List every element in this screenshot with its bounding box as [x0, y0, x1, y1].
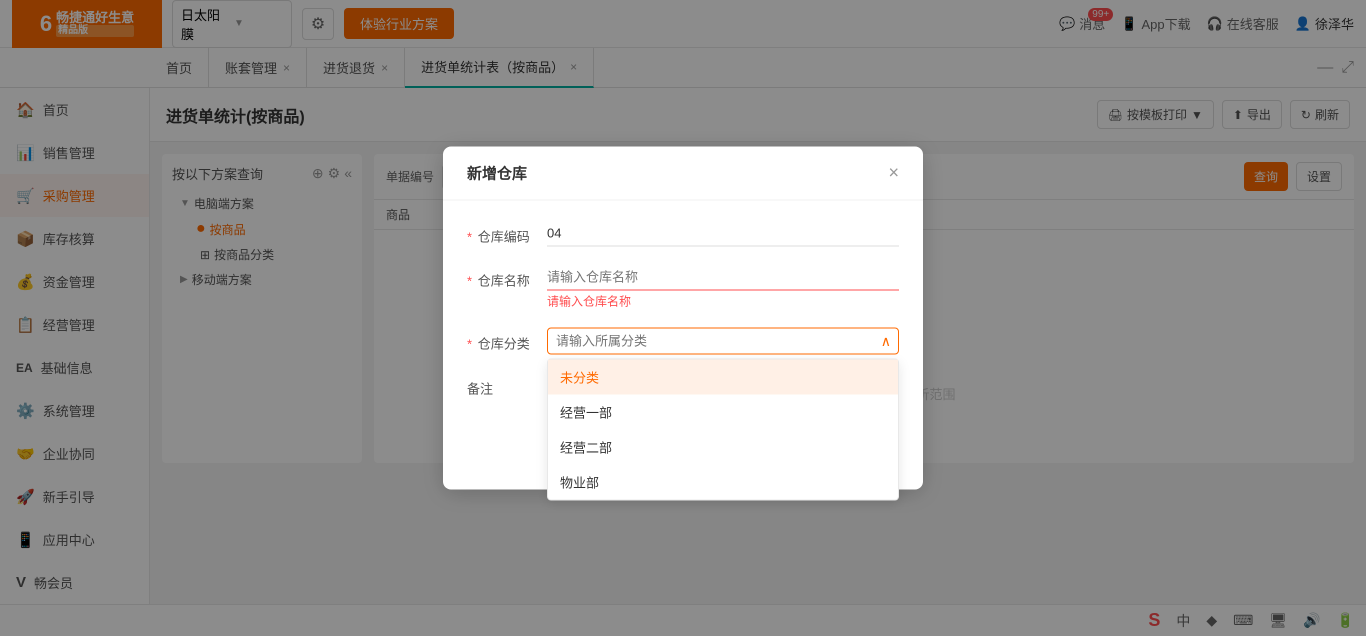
- warehouse-category-input[interactable]: [547, 328, 899, 355]
- warehouse-code-row: * 仓库编码: [467, 221, 899, 247]
- modal-title: 新增仓库: [467, 163, 527, 184]
- warehouse-name-row: * 仓库名称 请输入仓库名称: [467, 265, 899, 310]
- category-dropdown-list: 未分类 经营一部 经营二部 物业部: [547, 359, 899, 501]
- dropdown-item-ops2[interactable]: 经营二部: [548, 430, 898, 465]
- warehouse-name-wrap: 请输入仓库名称: [547, 265, 899, 310]
- dropdown-item-uncategorized[interactable]: 未分类: [548, 360, 898, 395]
- warehouse-code-label: * 仓库编码: [467, 221, 547, 246]
- warehouse-note-label: 备注: [467, 373, 547, 398]
- warehouse-category-wrap: ∧ 未分类 经营一部 经营二部 物业部: [547, 328, 899, 355]
- warehouse-category-row: * 仓库分类 ∧ 未分类 经营一部 经营二部 物业部: [467, 328, 899, 355]
- warehouse-name-input[interactable]: [547, 265, 899, 291]
- warehouse-name-label: * 仓库名称: [467, 265, 547, 290]
- warehouse-category-label: * 仓库分类: [467, 328, 547, 353]
- warehouse-name-error: 请输入仓库名称: [547, 293, 899, 310]
- category-dropdown-icon[interactable]: ∧: [881, 333, 891, 350]
- required-star2: *: [467, 274, 472, 289]
- required-star: *: [467, 230, 472, 245]
- add-warehouse-modal: 新增仓库 × * 仓库编码 * 仓库名称 请输入仓库名称: [443, 147, 923, 490]
- warehouse-code-input[interactable]: [547, 221, 899, 247]
- dropdown-item-ops1[interactable]: 经营一部: [548, 395, 898, 430]
- modal-header: 新增仓库 ×: [443, 147, 923, 201]
- required-star3: *: [467, 337, 472, 352]
- modal-body: * 仓库编码 * 仓库名称 请输入仓库名称 * 仓库分类: [443, 201, 923, 399]
- dropdown-item-property[interactable]: 物业部: [548, 465, 898, 500]
- modal-close-icon[interactable]: ×: [888, 163, 899, 184]
- warehouse-code-wrap: [547, 221, 899, 247]
